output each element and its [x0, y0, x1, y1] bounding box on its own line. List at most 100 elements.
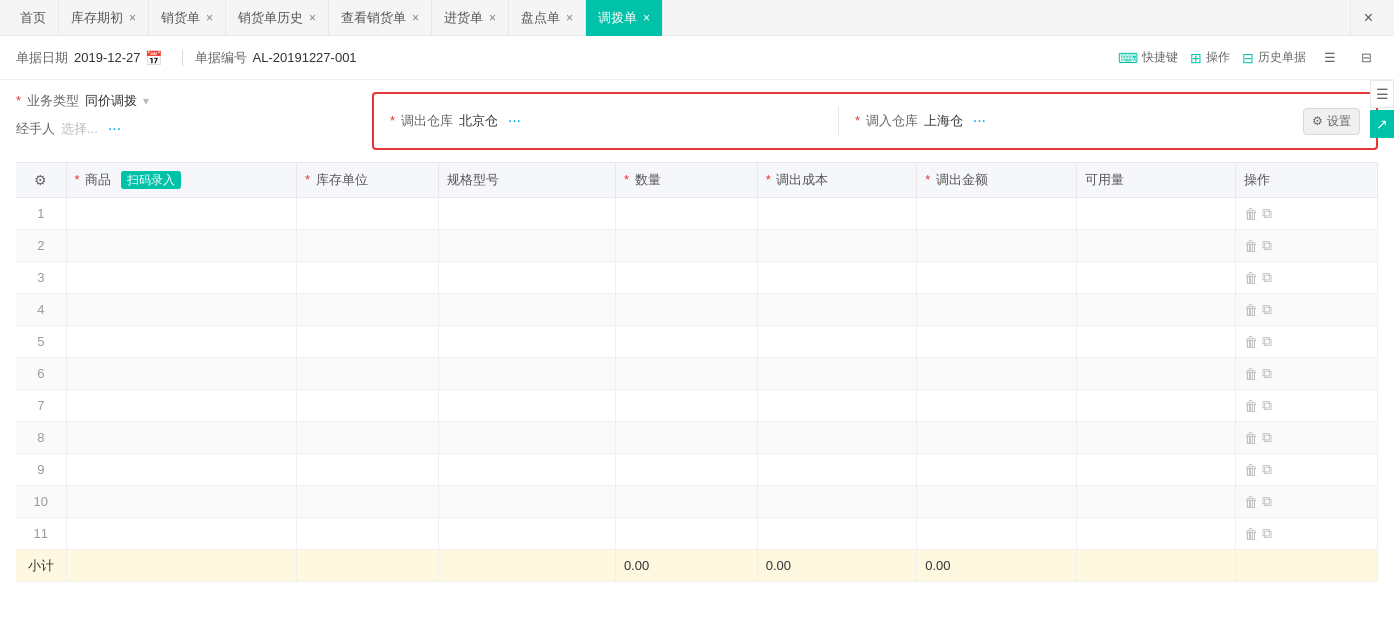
row-goods[interactable]: [66, 358, 296, 390]
row-qty[interactable]: [615, 326, 757, 358]
tab-view-sales[interactable]: 查看销货单 ×: [329, 0, 432, 36]
row-avail[interactable]: [1076, 422, 1236, 454]
in-warehouse-value[interactable]: 上海仓: [924, 112, 963, 130]
tab-home[interactable]: 首页: [8, 0, 59, 36]
row-goods[interactable]: [66, 198, 296, 230]
operator-more-icon[interactable]: ···: [108, 120, 121, 138]
row-cost[interactable]: [757, 422, 917, 454]
copy-icon[interactable]: ⧉: [1262, 525, 1272, 542]
row-unit[interactable]: [296, 326, 438, 358]
row-qty[interactable]: [615, 262, 757, 294]
row-spec[interactable]: [438, 358, 615, 390]
calendar-icon[interactable]: 📅: [145, 50, 162, 66]
copy-icon[interactable]: ⧉: [1262, 493, 1272, 510]
business-type-dropdown-icon[interactable]: ▾: [143, 94, 149, 108]
row-amount[interactable]: [917, 486, 1077, 518]
row-amount[interactable]: [917, 198, 1077, 230]
delete-icon[interactable]: 🗑: [1244, 366, 1258, 382]
row-spec[interactable]: [438, 198, 615, 230]
row-spec[interactable]: [438, 230, 615, 262]
scroll-area[interactable]: ⚙ * 商品 扫码录入 * 库存单位 规格型号 * 数量: [16, 162, 1378, 582]
row-spec[interactable]: [438, 294, 615, 326]
row-unit[interactable]: [296, 294, 438, 326]
copy-icon[interactable]: ⧉: [1262, 205, 1272, 222]
row-avail[interactable]: [1076, 326, 1236, 358]
delete-icon[interactable]: 🗑: [1244, 462, 1258, 478]
copy-icon[interactable]: ⧉: [1262, 333, 1272, 350]
delete-icon[interactable]: 🗑: [1244, 494, 1258, 510]
row-spec[interactable]: [438, 262, 615, 294]
delete-icon[interactable]: 🗑: [1244, 430, 1258, 446]
tab-inventory-count[interactable]: 盘点单 ×: [509, 0, 586, 36]
row-cost[interactable]: [757, 198, 917, 230]
row-qty[interactable]: [615, 358, 757, 390]
row-qty[interactable]: [615, 422, 757, 454]
delete-icon[interactable]: 🗑: [1244, 302, 1258, 318]
row-cost[interactable]: [757, 390, 917, 422]
row-spec[interactable]: [438, 326, 615, 358]
copy-icon[interactable]: ⧉: [1262, 429, 1272, 446]
row-amount[interactable]: [917, 358, 1077, 390]
row-goods[interactable]: [66, 230, 296, 262]
row-cost[interactable]: [757, 262, 917, 294]
row-spec[interactable]: [438, 518, 615, 550]
row-qty[interactable]: [615, 198, 757, 230]
row-unit[interactable]: [296, 422, 438, 454]
th-gear[interactable]: ⚙: [16, 163, 66, 198]
row-cost[interactable]: [757, 230, 917, 262]
row-amount[interactable]: [917, 518, 1077, 550]
row-goods[interactable]: [66, 326, 296, 358]
row-unit[interactable]: [296, 262, 438, 294]
tab-inventory-init[interactable]: 库存期初 ×: [59, 0, 149, 36]
tab-purchase-order[interactable]: 进货单 ×: [432, 0, 509, 36]
out-warehouse-more-icon[interactable]: ···: [508, 112, 521, 130]
tab-close-inventory-count[interactable]: ×: [566, 11, 573, 25]
row-amount[interactable]: [917, 454, 1077, 486]
row-unit[interactable]: [296, 454, 438, 486]
row-unit[interactable]: [296, 486, 438, 518]
tab-close-transfer-order[interactable]: ×: [643, 11, 650, 25]
row-qty[interactable]: [615, 294, 757, 326]
delete-icon[interactable]: 🗑: [1244, 398, 1258, 414]
row-avail[interactable]: [1076, 454, 1236, 486]
copy-icon[interactable]: ⧉: [1262, 461, 1272, 478]
row-amount[interactable]: [917, 422, 1077, 454]
tab-close-sales-order[interactable]: ×: [206, 11, 213, 25]
row-amount[interactable]: [917, 390, 1077, 422]
tab-close-view-sales[interactable]: ×: [412, 11, 419, 25]
row-avail[interactable]: [1076, 518, 1236, 550]
settings-button[interactable]: ⚙ 设置: [1303, 108, 1360, 135]
gear-icon[interactable]: ⚙: [34, 172, 47, 188]
row-goods[interactable]: [66, 518, 296, 550]
operations-button[interactable]: ⊞ 操作: [1190, 49, 1230, 66]
tab-sales-order[interactable]: 销货单 ×: [149, 0, 226, 36]
row-goods[interactable]: [66, 262, 296, 294]
row-cost[interactable]: [757, 486, 917, 518]
row-spec[interactable]: [438, 486, 615, 518]
copy-icon[interactable]: ⧉: [1262, 397, 1272, 414]
row-unit[interactable]: [296, 358, 438, 390]
row-avail[interactable]: [1076, 262, 1236, 294]
row-amount[interactable]: [917, 262, 1077, 294]
in-warehouse-more-icon[interactable]: ···: [973, 112, 986, 130]
scan-button[interactable]: 扫码录入: [121, 171, 181, 189]
delete-icon[interactable]: 🗑: [1244, 270, 1258, 286]
row-spec[interactable]: [438, 454, 615, 486]
row-unit[interactable]: [296, 390, 438, 422]
row-unit[interactable]: [296, 518, 438, 550]
row-cost[interactable]: [757, 454, 917, 486]
tab-transfer-order[interactable]: 调拨单 ×: [586, 0, 663, 36]
row-goods[interactable]: [66, 390, 296, 422]
row-qty[interactable]: [615, 486, 757, 518]
tab-close-purchase-order[interactable]: ×: [489, 11, 496, 25]
row-goods[interactable]: [66, 294, 296, 326]
row-unit[interactable]: [296, 230, 438, 262]
window-close-button[interactable]: ×: [1350, 0, 1386, 36]
row-cost[interactable]: [757, 358, 917, 390]
row-avail[interactable]: [1076, 358, 1236, 390]
row-qty[interactable]: [615, 230, 757, 262]
copy-icon[interactable]: ⧉: [1262, 237, 1272, 254]
business-type-value[interactable]: 同价调拨: [85, 92, 137, 110]
delete-icon[interactable]: 🗑: [1244, 526, 1258, 542]
row-amount[interactable]: [917, 326, 1077, 358]
